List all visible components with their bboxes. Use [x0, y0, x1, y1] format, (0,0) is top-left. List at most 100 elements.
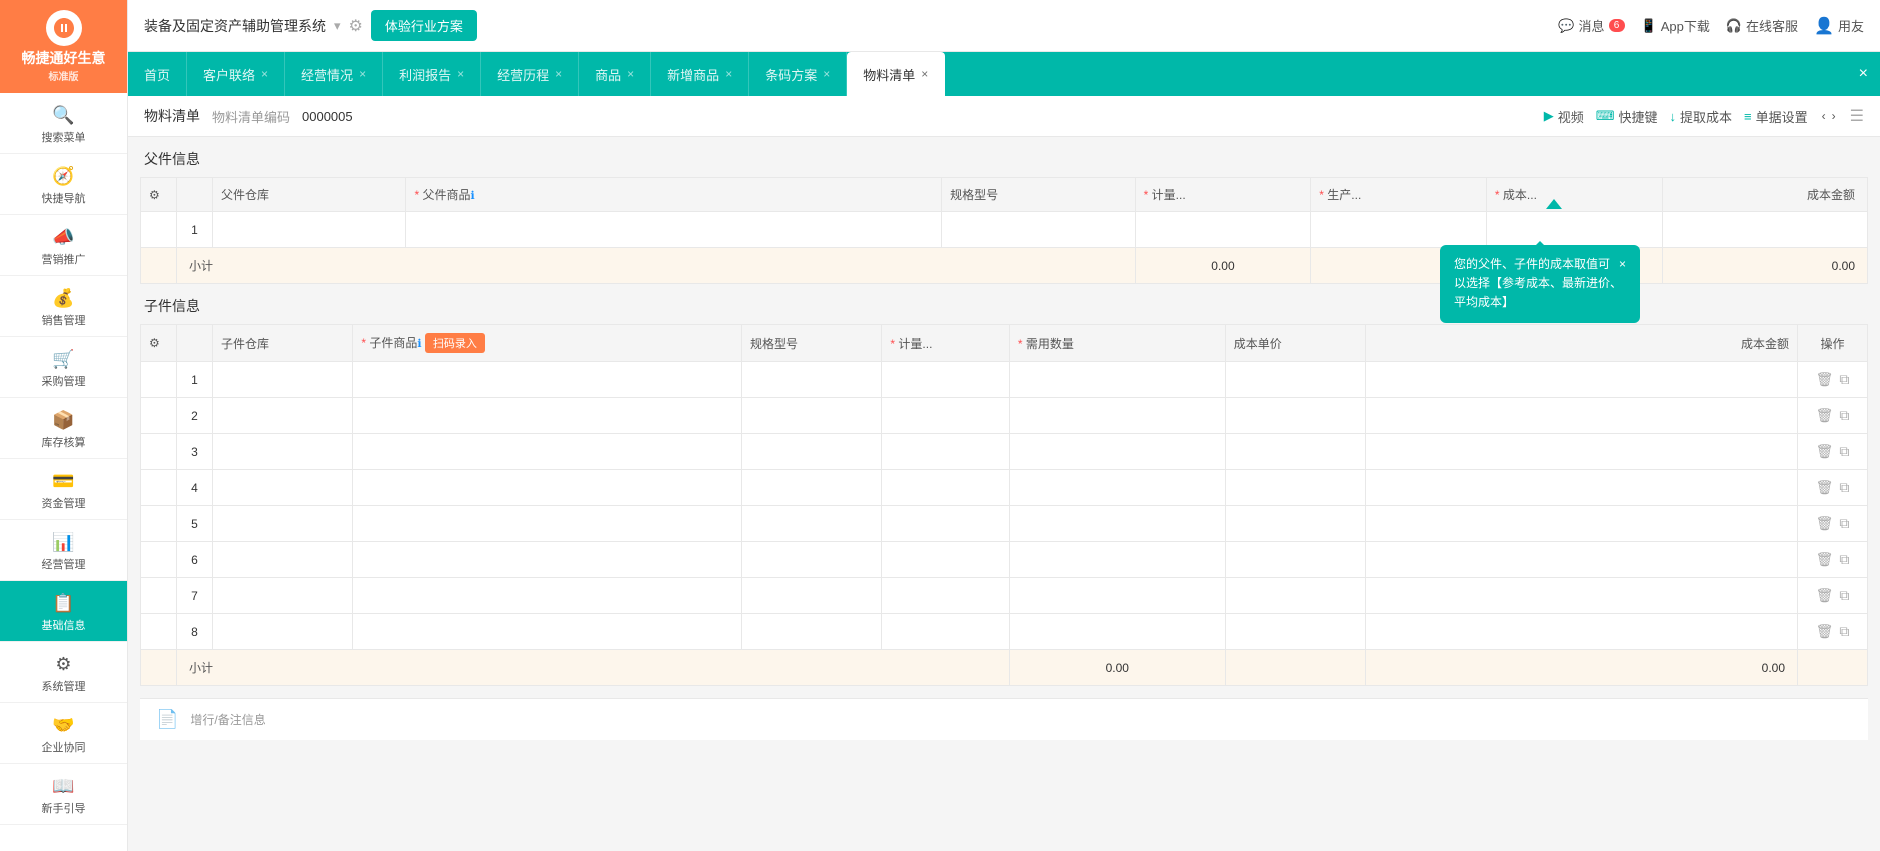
child-row-unit[interactable]	[882, 398, 1009, 434]
child-row-product[interactable]	[353, 398, 742, 434]
sidebar-item-purchase[interactable]: 🛒 采购管理	[0, 337, 127, 398]
nav-prev[interactable]: ‹	[1820, 109, 1828, 123]
child-row-warehouse[interactable]	[213, 542, 353, 578]
action-video[interactable]: ▶ 视频	[1544, 107, 1584, 126]
close-all-tabs[interactable]: ×	[1847, 65, 1880, 83]
action-shortcut[interactable]: ⌨ 快捷键	[1596, 107, 1658, 126]
copy-row-icon[interactable]: ⧉	[1839, 443, 1849, 460]
sidebar-item-finance[interactable]: 💳 资金管理	[0, 459, 127, 520]
parent-row-unit[interactable]	[1135, 212, 1311, 248]
child-col-settings[interactable]: ⚙	[141, 325, 177, 362]
delete-row-icon[interactable]: 🗑	[1816, 443, 1834, 460]
delete-row-icon[interactable]: 🗑	[1816, 551, 1834, 568]
tab-barcode[interactable]: 条码方案 ×	[749, 52, 847, 96]
child-row-warehouse[interactable]	[213, 506, 353, 542]
copy-row-icon[interactable]: ⧉	[1839, 623, 1849, 640]
child-row-product[interactable]	[353, 542, 742, 578]
child-row-unit-price[interactable]	[1225, 614, 1365, 650]
child-row-qty[interactable]	[1009, 614, 1225, 650]
message-button[interactable]: 💬 消息 6	[1558, 16, 1624, 35]
child-row-spec[interactable]	[742, 434, 882, 470]
child-row-qty[interactable]	[1009, 506, 1225, 542]
child-row-warehouse[interactable]	[213, 614, 353, 650]
sidebar-item-system[interactable]: ⚙ 系统管理	[0, 642, 127, 703]
child-row-unit[interactable]	[882, 362, 1009, 398]
sidebar-item-search[interactable]: 🔍 搜索菜单	[0, 93, 127, 154]
copy-row-icon[interactable]: ⧉	[1839, 407, 1849, 424]
sidebar-item-inventory[interactable]: 📦 库存核算	[0, 398, 127, 459]
tab-close-profit[interactable]: ×	[457, 67, 464, 81]
tab-bom[interactable]: 物料清单 ×	[847, 52, 945, 96]
child-row-product[interactable]	[353, 578, 742, 614]
child-row-warehouse[interactable]	[213, 398, 353, 434]
sidebar-item-sales[interactable]: 💰 销售管理	[0, 276, 127, 337]
copy-row-icon[interactable]: ⧉	[1839, 479, 1849, 496]
tab-close-goods[interactable]: ×	[627, 67, 634, 81]
child-row-unit[interactable]	[882, 614, 1009, 650]
tab-new-goods[interactable]: 新增商品 ×	[651, 52, 749, 96]
child-row-unit-price[interactable]	[1225, 398, 1365, 434]
tab-close-history[interactable]: ×	[555, 67, 562, 81]
child-row-qty[interactable]	[1009, 542, 1225, 578]
trial-button[interactable]: 体验行业方案	[371, 10, 477, 41]
tab-goods[interactable]: 商品 ×	[579, 52, 651, 96]
child-row-unit-price[interactable]	[1225, 434, 1365, 470]
tab-close-bom[interactable]: ×	[921, 67, 928, 81]
child-row-spec[interactable]	[742, 506, 882, 542]
delete-row-icon[interactable]: 🗑	[1816, 371, 1834, 388]
child-row-spec[interactable]	[742, 362, 882, 398]
child-row-spec[interactable]	[742, 542, 882, 578]
child-row-product[interactable]	[353, 362, 742, 398]
child-row-warehouse[interactable]	[213, 362, 353, 398]
child-row-warehouse[interactable]	[213, 470, 353, 506]
delete-row-icon[interactable]: 🗑	[1816, 623, 1834, 640]
child-row-unit-price[interactable]	[1225, 470, 1365, 506]
list-view-icon[interactable]: ☰	[1850, 106, 1864, 126]
child-row-qty[interactable]	[1009, 434, 1225, 470]
tab-close-operations[interactable]: ×	[359, 67, 366, 81]
copy-row-icon[interactable]: ⧉	[1839, 551, 1849, 568]
child-row-unit[interactable]	[882, 470, 1009, 506]
tab-close-new-goods[interactable]: ×	[725, 67, 732, 81]
child-row-unit-price[interactable]	[1225, 362, 1365, 398]
child-row-warehouse[interactable]	[213, 434, 353, 470]
tab-home[interactable]: 首页	[128, 52, 187, 96]
sidebar-item-operations[interactable]: 📊 经营管理	[0, 520, 127, 581]
child-row-qty[interactable]	[1009, 362, 1225, 398]
child-row-product[interactable]	[353, 470, 742, 506]
tab-customer[interactable]: 客户联络 ×	[187, 52, 285, 96]
child-row-qty[interactable]	[1009, 470, 1225, 506]
tab-history[interactable]: 经营历程 ×	[481, 52, 579, 96]
app-download-button[interactable]: 📱 App下载	[1641, 16, 1710, 35]
child-row-spec[interactable]	[742, 398, 882, 434]
tab-close-customer[interactable]: ×	[261, 67, 268, 81]
delete-row-icon[interactable]: 🗑	[1816, 407, 1834, 424]
parent-row-warehouse[interactable]	[213, 212, 406, 248]
child-row-unit[interactable]	[882, 578, 1009, 614]
action-extract-cost[interactable]: ↓ 提取成本	[1670, 107, 1733, 126]
action-doc-settings[interactable]: ≡ 单据设置	[1744, 107, 1808, 126]
scan-button[interactable]: 扫码录入	[425, 333, 485, 353]
add-row-icon[interactable]: 📄	[156, 709, 178, 730]
tab-operations[interactable]: 经营情况 ×	[285, 52, 383, 96]
sidebar-item-collab[interactable]: 🤝 企业协同	[0, 703, 127, 764]
child-row-product[interactable]	[353, 506, 742, 542]
settings-icon[interactable]: ⚙	[349, 16, 363, 36]
child-row-spec[interactable]	[742, 470, 882, 506]
child-row-warehouse[interactable]	[213, 578, 353, 614]
copy-row-icon[interactable]: ⧉	[1839, 515, 1849, 532]
child-row-unit-price[interactable]	[1225, 578, 1365, 614]
delete-row-icon[interactable]: 🗑	[1816, 587, 1834, 604]
child-row-product[interactable]	[353, 434, 742, 470]
parent-row-cost[interactable]	[1486, 212, 1662, 248]
nav-next[interactable]: ›	[1830, 109, 1838, 123]
tab-close-barcode[interactable]: ×	[823, 67, 830, 81]
sidebar-item-basic[interactable]: 📋 基础信息	[0, 581, 127, 642]
delete-row-icon[interactable]: 🗑	[1816, 479, 1834, 496]
parent-row-spec[interactable]	[942, 212, 1135, 248]
copy-row-icon[interactable]: ⧉	[1839, 371, 1849, 388]
child-row-spec[interactable]	[742, 614, 882, 650]
tooltip-close[interactable]: ×	[1619, 255, 1626, 274]
child-row-qty[interactable]	[1009, 398, 1225, 434]
online-service-button[interactable]: 🎧 在线客服	[1726, 16, 1798, 35]
